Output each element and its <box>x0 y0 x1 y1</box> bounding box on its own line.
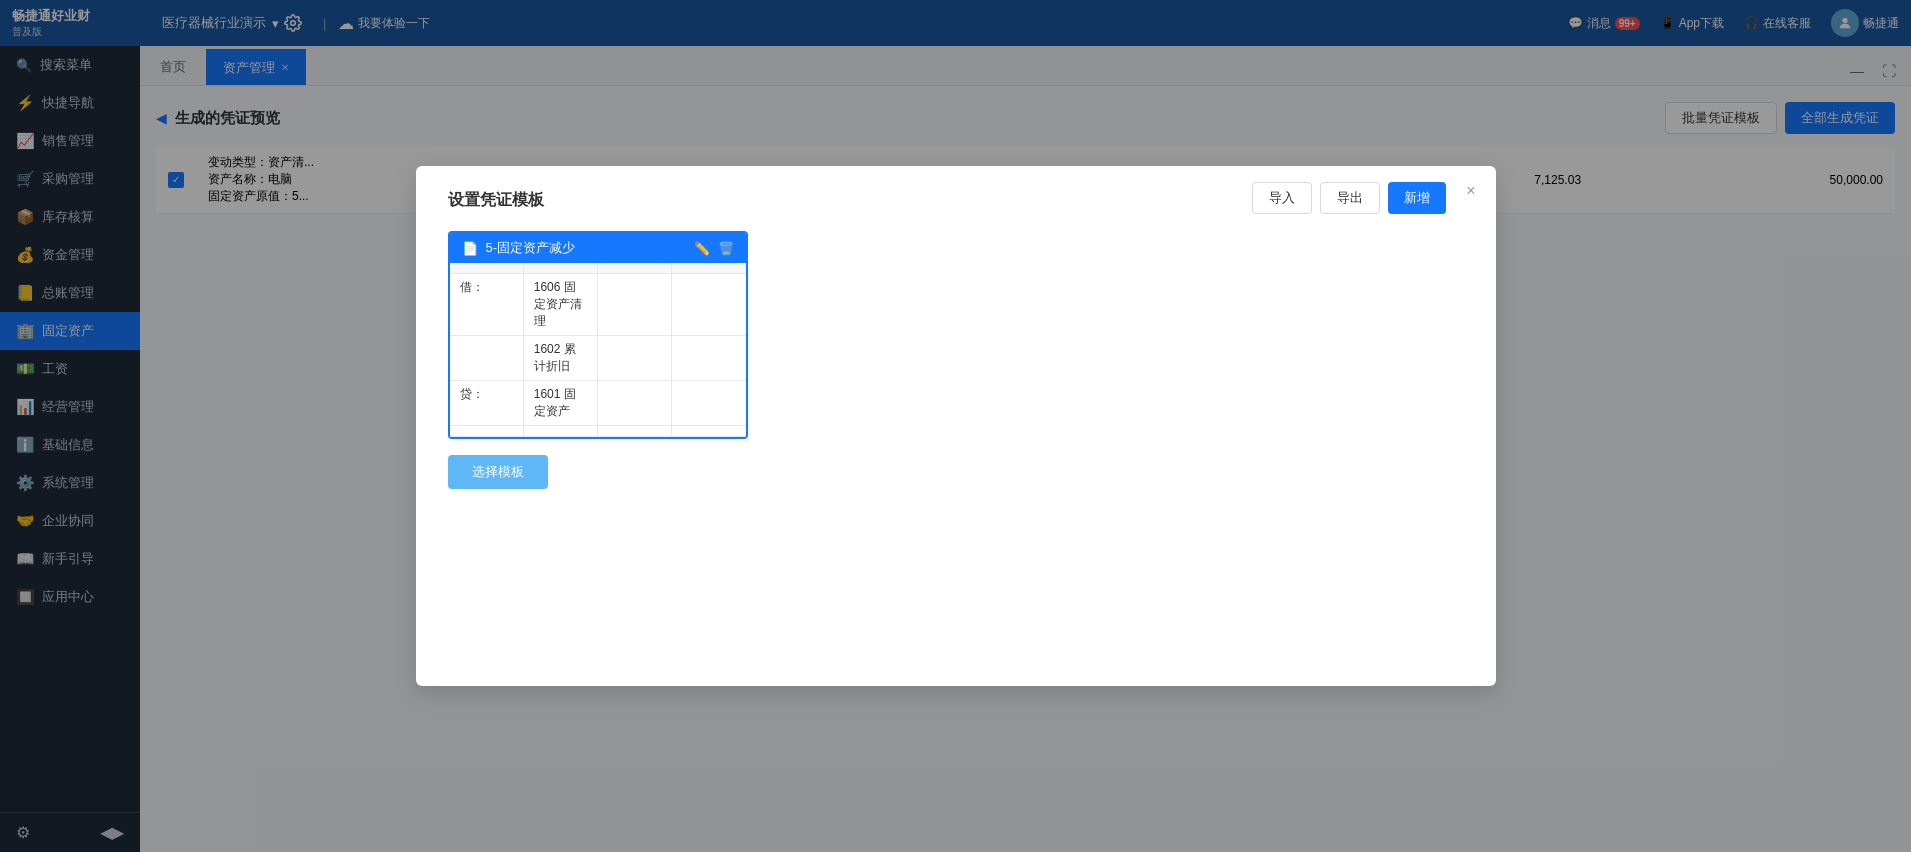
template-entry-row-2: 贷： 1601 固定资产 <box>450 381 746 426</box>
template-card-title: 5-固定资产减少 <box>486 239 576 257</box>
col-type-header <box>450 263 524 273</box>
template-doc-icon: 📄 <box>462 241 478 256</box>
entry-debit-2 <box>598 381 672 425</box>
entry-account-1: 1602 累计折旧 <box>524 336 598 380</box>
entry-debit-1 <box>598 336 672 380</box>
export-button[interactable]: 导出 <box>1320 182 1380 214</box>
template-entry-row-1: 1602 累计折旧 <box>450 336 746 381</box>
entry-account-3 <box>524 426 598 436</box>
entry-type-0: 借： <box>450 274 524 335</box>
entry-type-3 <box>450 426 524 436</box>
template-card-header-actions: ✏️ 🗑️ <box>694 241 734 256</box>
col-debit-header <box>598 263 672 273</box>
entry-credit-3 <box>672 426 745 436</box>
select-template-button[interactable]: 选择模板 <box>448 455 548 489</box>
entry-account-2: 1601 固定资产 <box>524 381 598 425</box>
col-account-header <box>524 263 598 273</box>
entry-debit-0 <box>598 274 672 335</box>
modal-header-actions: 导入 导出 新增 <box>1252 182 1446 214</box>
template-delete-icon[interactable]: 🗑️ <box>718 241 734 256</box>
template-card: 📄 5-固定资产减少 ✏️ 🗑️ 借： 1606 固定资产 <box>448 231 748 439</box>
modal-overlay: 设置凭证模板 导入 导出 新增 × 📄 5-固定资产减少 ✏️ 🗑️ <box>0 0 1911 852</box>
modal-close-button[interactable]: × <box>1466 182 1475 200</box>
entry-debit-3 <box>598 426 672 436</box>
col-credit-header <box>672 263 745 273</box>
entry-credit-2 <box>672 381 745 425</box>
template-entry-row-0: 借： 1606 固定资产清理 <box>450 274 746 336</box>
template-card-body: 借： 1606 固定资产清理 1602 累计折旧 贷： 1601 固定资产 <box>450 263 746 437</box>
template-card-header: 📄 5-固定资产减少 ✏️ 🗑️ <box>450 233 746 263</box>
entry-credit-0 <box>672 274 745 335</box>
template-entry-row-3 <box>450 426 746 437</box>
entry-account-0: 1606 固定资产清理 <box>524 274 598 335</box>
import-button[interactable]: 导入 <box>1252 182 1312 214</box>
entry-credit-1 <box>672 336 745 380</box>
new-button[interactable]: 新增 <box>1388 182 1446 214</box>
set-template-modal: 设置凭证模板 导入 导出 新增 × 📄 5-固定资产减少 ✏️ 🗑️ <box>416 166 1496 686</box>
entry-type-2: 贷： <box>450 381 524 425</box>
template-edit-icon[interactable]: ✏️ <box>694 241 710 256</box>
template-header-row <box>450 263 746 274</box>
entry-type-1 <box>450 336 524 380</box>
